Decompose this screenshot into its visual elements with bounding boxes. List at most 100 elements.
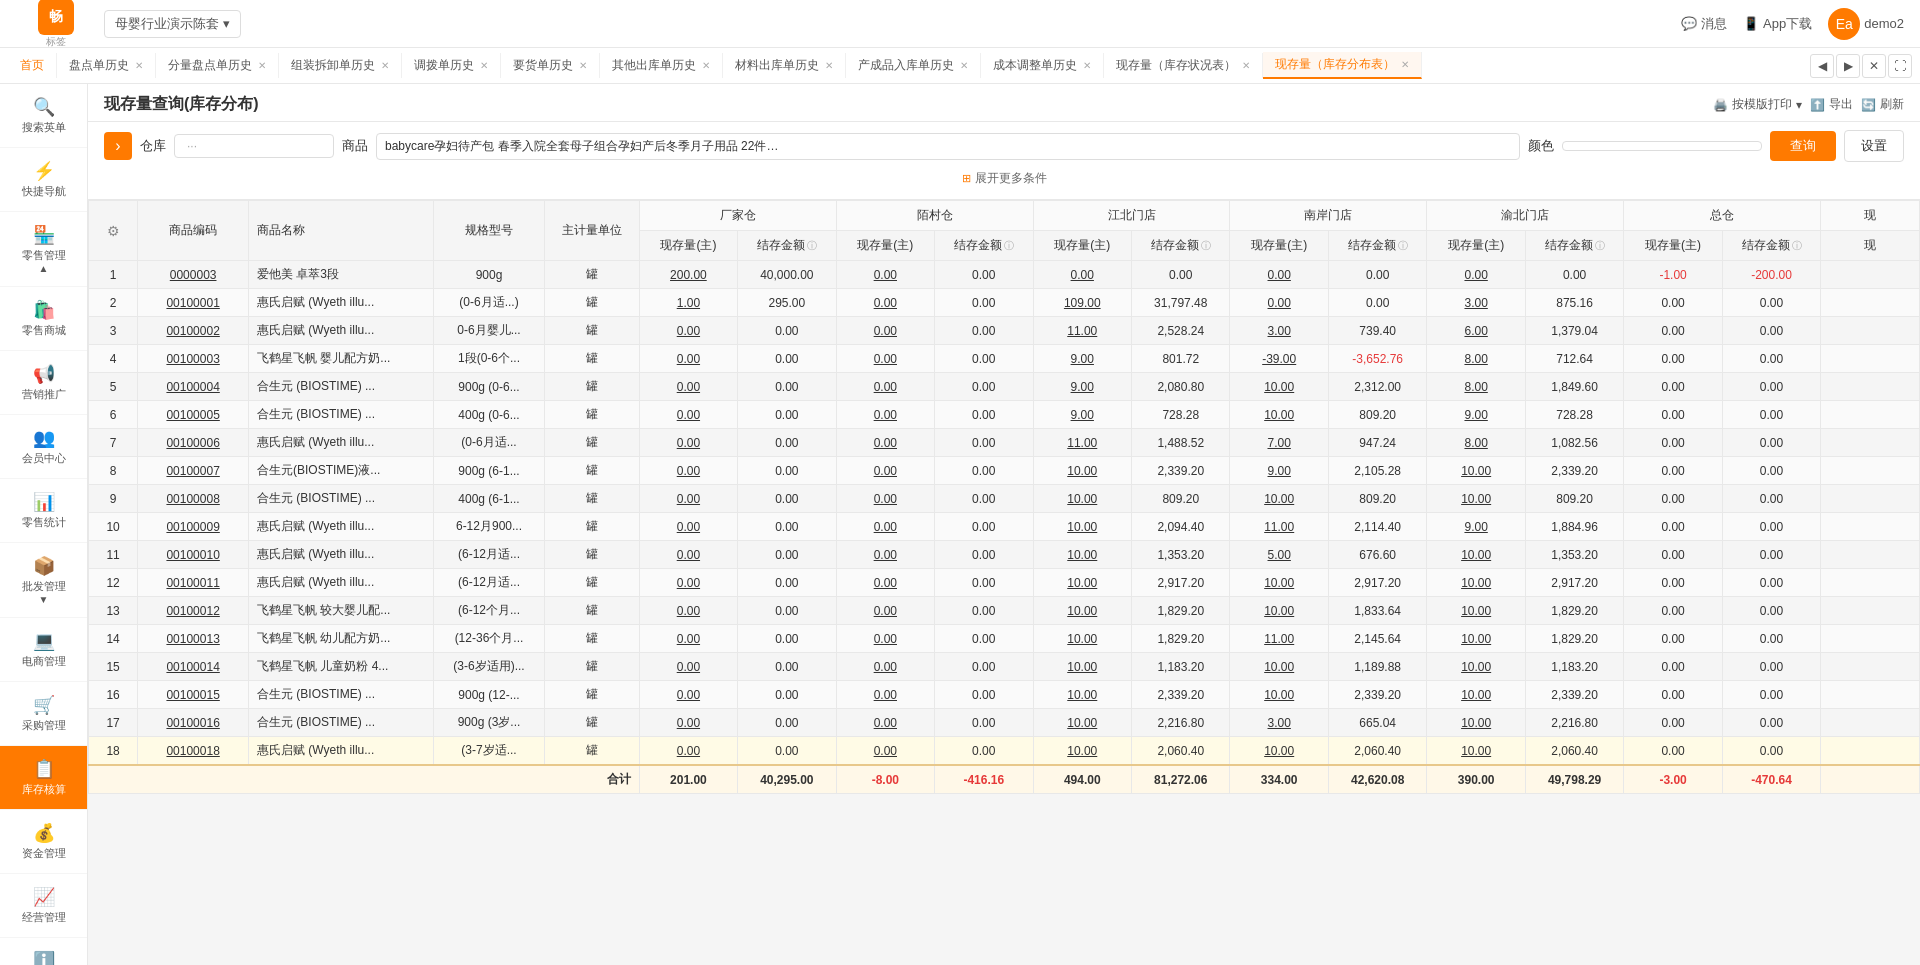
query-button[interactable]: 查询 (1770, 131, 1836, 161)
td-no: 11 (89, 541, 138, 569)
td-extra (1821, 681, 1920, 709)
tab-close-icon[interactable]: ✕ (135, 60, 143, 71)
industry-selector[interactable]: 母婴行业演示陈套 ▾ (104, 10, 241, 38)
table-container[interactable]: ⚙ 商品编码 商品名称 规格型号 主计量单位 厂家仓 陌村仓 江北门店 南岸门店… (88, 200, 1920, 965)
td-mc-amt: 0.00 (935, 429, 1033, 457)
tab-home[interactable]: 首页 (8, 53, 57, 78)
td-yb-amt: 1,379.04 (1525, 317, 1623, 345)
footer-label: 合计 (89, 765, 640, 794)
app-download-button[interactable]: 📱 App下载 (1743, 15, 1812, 33)
td-unit: 罐 (544, 457, 639, 485)
td-jb-amt: 728.28 (1132, 401, 1230, 429)
td-na-amt: 2,145.64 (1328, 625, 1426, 653)
message-button[interactable]: 💬 消息 (1681, 15, 1727, 33)
print-button[interactable]: 🖨️ 按模版打印 ▾ (1713, 96, 1802, 113)
tab-material-out[interactable]: 材料出库单历史 ✕ (723, 53, 846, 78)
sidebar-item-nav[interactable]: ⚡ 快捷导航 (0, 148, 87, 212)
td-na-qty: 10.00 (1230, 737, 1328, 766)
content-area: 现存量查询(库存分布) 🖨️ 按模版打印 ▾ ⬆️ 导出 🔄 刷新 (88, 84, 1920, 965)
nav-prev-btn[interactable]: ◀ (1810, 54, 1834, 78)
td-fj-qty: 0.00 (639, 597, 737, 625)
tab-other-out[interactable]: 其他出库单历史 ✕ (600, 53, 723, 78)
table-row: 8 00100007 合生元(BIOSTIME)液... 900g (6-1..… (89, 457, 1920, 485)
td-no: 6 (89, 401, 138, 429)
nav-expand-btn[interactable]: ⛶ (1888, 54, 1912, 78)
sidebar-item-stock[interactable]: 📋 库存核算 (0, 746, 87, 810)
nav-more-btn[interactable]: ✕ (1862, 54, 1886, 78)
td-jb-amt: 0.00 (1132, 261, 1230, 289)
sidebar-item-ecommerce[interactable]: 💻 电商管理 (0, 618, 87, 682)
tab-close-icon[interactable]: ✕ (960, 60, 968, 71)
sidebar-item-retail-stats[interactable]: 📊 零售统计 (0, 479, 87, 543)
sidebar-item-finance[interactable]: 💰 资金管理 (0, 810, 87, 874)
main-layout: 🔍 搜索英单 ⚡ 快捷导航 🏪 零售管理 ▲ 🛍️ 零售商城 📢 营销推广 👥 … (0, 84, 1920, 965)
sidebar-item-wholesale[interactable]: 📦 批发管理 ▼ (0, 543, 87, 618)
sidebar-item-purchase[interactable]: 🛒 采购管理 (0, 682, 87, 746)
tab-assembly[interactable]: 组装拆卸单历史 ✕ (279, 53, 402, 78)
tab-stock-dist[interactable]: 现存量（库存分布表） ✕ (1263, 52, 1422, 79)
td-mc-amt: 0.00 (935, 737, 1033, 766)
tab-close-icon[interactable]: ✕ (480, 60, 488, 71)
td-yb-amt: 1,183.20 (1525, 653, 1623, 681)
td-spec: (12-36个月... (434, 625, 545, 653)
td-yb-qty: 10.00 (1427, 625, 1525, 653)
refresh-button[interactable]: 🔄 刷新 (1861, 96, 1904, 113)
td-no: 10 (89, 513, 138, 541)
nav-next-btn[interactable]: ▶ (1836, 54, 1860, 78)
tab-cost-adjust[interactable]: 成本调整单历史 ✕ (981, 53, 1104, 78)
table-row: 17 00100016 合生元 (BIOSTIME) ... 900g (3岁.… (89, 709, 1920, 737)
stats-icon: 📊 (33, 491, 55, 513)
sidebar-item-retail-mgmt[interactable]: 🏪 零售管理 ▲ (0, 212, 87, 287)
td-yb-qty: 10.00 (1427, 569, 1525, 597)
td-no: 17 (89, 709, 138, 737)
td-na-amt: 2,339.20 (1328, 681, 1426, 709)
color-input[interactable] (1562, 141, 1762, 151)
tab-close-icon[interactable]: ✕ (825, 60, 833, 71)
td-fj-amt: 0.00 (738, 373, 836, 401)
tab-close-icon[interactable]: ✕ (579, 60, 587, 71)
td-no: 14 (89, 625, 138, 653)
tab-sub-inventory[interactable]: 分量盘点单历史 ✕ (156, 53, 279, 78)
td-unit: 罐 (544, 597, 639, 625)
gear-icon[interactable]: ⚙ (107, 223, 120, 239)
sidebar-item-basic[interactable]: ℹ️ 基础信息 (0, 938, 87, 965)
td-mc-qty: 0.00 (836, 597, 934, 625)
td-spec: (0-6月适...) (434, 289, 545, 317)
expand-conditions-btn[interactable]: ⊞ 展开更多条件 (962, 170, 1047, 187)
td-fj-amt: 0.00 (738, 401, 836, 429)
tab-close-icon[interactable]: ✕ (258, 60, 266, 71)
tab-requisition[interactable]: 要货单历史 ✕ (501, 53, 600, 78)
sidebar-item-operations[interactable]: 📈 经营管理 (0, 874, 87, 938)
tab-inventory-check[interactable]: 盘点单历史 ✕ (57, 53, 156, 78)
warehouse-input[interactable]: ··· (174, 134, 334, 158)
td-na-amt: 809.20 (1328, 401, 1426, 429)
tab-close-icon[interactable]: ✕ (1242, 60, 1250, 71)
print-icon: 🖨️ (1713, 98, 1728, 112)
sidebar-item-retail-mall[interactable]: 🛍️ 零售商城 (0, 287, 87, 351)
user-avatar[interactable]: Ea demo2 (1828, 8, 1904, 40)
td-jb-qty: 10.00 (1033, 485, 1131, 513)
tab-close-icon[interactable]: ✕ (1083, 60, 1091, 71)
td-mc-qty: 0.00 (836, 737, 934, 766)
td-jb-amt: 2,339.20 (1132, 681, 1230, 709)
td-mc-amt: 0.00 (935, 597, 1033, 625)
td-jb-qty: 10.00 (1033, 597, 1131, 625)
td-fj-amt: 0.00 (738, 541, 836, 569)
tab-transfer[interactable]: 调拨单历史 ✕ (402, 53, 501, 78)
export-button[interactable]: ⬆️ 导出 (1810, 96, 1853, 113)
td-yb-qty: 10.00 (1427, 681, 1525, 709)
tab-finished-in[interactable]: 产成品入库单历史 ✕ (846, 53, 981, 78)
tab-stock-status[interactable]: 现存量（库存状况表） ✕ (1104, 53, 1263, 78)
tab-close-icon[interactable]: ✕ (381, 60, 389, 71)
td-mc-amt: 0.00 (935, 569, 1033, 597)
td-code: 0000003 (138, 261, 249, 289)
footer-fj-qty: 201.00 (639, 765, 737, 794)
goods-input[interactable]: babycare孕妇待产包 春季入院全套母子组合孕妇产后冬季月子用品 22件套 … (376, 133, 1520, 160)
sidebar-item-search[interactable]: 🔍 搜索英单 (0, 84, 87, 148)
filter-collapse-btn[interactable]: › (104, 132, 132, 160)
sidebar-item-member[interactable]: 👥 会员中心 (0, 415, 87, 479)
tab-close-icon[interactable]: ✕ (702, 60, 710, 71)
tab-close-icon[interactable]: ✕ (1401, 59, 1409, 70)
setting-button[interactable]: 设置 (1844, 130, 1904, 162)
sidebar-item-marketing[interactable]: 📢 营销推广 (0, 351, 87, 415)
